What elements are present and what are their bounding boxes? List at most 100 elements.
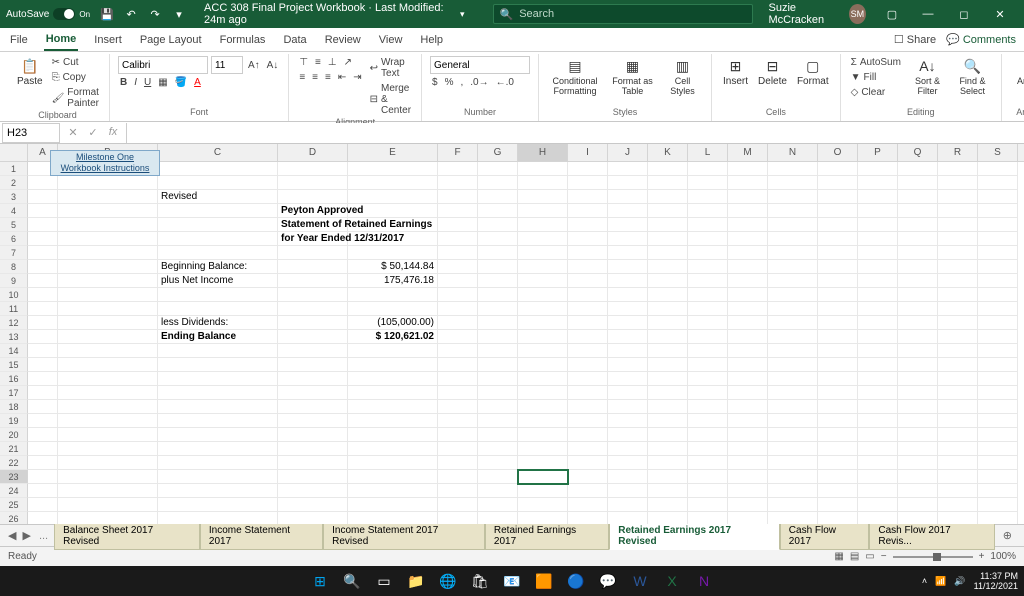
cell[interactable] xyxy=(28,456,58,470)
cell[interactable] xyxy=(518,484,568,498)
cell[interactable] xyxy=(518,498,568,512)
cell[interactable] xyxy=(648,288,688,302)
tab-home[interactable]: Home xyxy=(44,29,79,51)
cell[interactable] xyxy=(858,442,898,456)
tab-insert[interactable]: Insert xyxy=(92,30,124,50)
cell[interactable] xyxy=(278,512,348,524)
cell[interactable] xyxy=(478,512,518,524)
row-header[interactable]: 7 xyxy=(0,246,28,260)
cell[interactable] xyxy=(158,344,278,358)
cell[interactable] xyxy=(568,386,608,400)
cell[interactable] xyxy=(728,218,768,232)
row-header[interactable]: 23 xyxy=(0,470,28,484)
cell[interactable] xyxy=(568,456,608,470)
cell[interactable] xyxy=(818,358,858,372)
cell[interactable] xyxy=(478,288,518,302)
number-format-select[interactable] xyxy=(430,56,530,74)
cell[interactable] xyxy=(608,288,648,302)
sheet-tab[interactable]: Income Statement 2017 xyxy=(200,522,323,550)
cell[interactable] xyxy=(728,344,768,358)
cell[interactable] xyxy=(978,512,1018,524)
cell[interactable] xyxy=(518,162,568,176)
cell[interactable] xyxy=(518,274,568,288)
cell[interactable] xyxy=(728,302,768,316)
tab-formulas[interactable]: Formulas xyxy=(218,30,268,50)
cell[interactable] xyxy=(688,456,728,470)
cell[interactable]: plus Net Income xyxy=(158,274,278,288)
maximize-icon[interactable]: ◻ xyxy=(946,0,982,28)
cell[interactable] xyxy=(158,484,278,498)
cell[interactable] xyxy=(858,218,898,232)
cell[interactable] xyxy=(278,414,348,428)
cell[interactable] xyxy=(518,512,568,524)
cell[interactable] xyxy=(768,274,818,288)
cell[interactable] xyxy=(938,260,978,274)
cell[interactable] xyxy=(278,442,348,456)
cell[interactable] xyxy=(858,344,898,358)
cell[interactable] xyxy=(978,498,1018,512)
cell[interactable] xyxy=(278,386,348,400)
cell[interactable] xyxy=(438,288,478,302)
cell[interactable] xyxy=(568,484,608,498)
cell[interactable] xyxy=(348,456,438,470)
column-header[interactable]: J xyxy=(608,144,648,161)
cell[interactable] xyxy=(348,372,438,386)
cell[interactable] xyxy=(608,414,648,428)
merge-center-button[interactable]: ⊟ Merge & Center xyxy=(368,82,413,117)
cell[interactable] xyxy=(768,204,818,218)
cell[interactable] xyxy=(938,372,978,386)
cell[interactable] xyxy=(518,176,568,190)
insert-cells-button[interactable]: ⊞Insert xyxy=(720,56,751,88)
cell[interactable] xyxy=(348,302,438,316)
cell[interactable] xyxy=(688,484,728,498)
column-header[interactable]: S xyxy=(978,144,1018,161)
cell[interactable] xyxy=(898,456,938,470)
cell[interactable] xyxy=(278,274,348,288)
cell[interactable] xyxy=(58,274,158,288)
cell[interactable] xyxy=(568,260,608,274)
cell[interactable] xyxy=(568,232,608,246)
autosum-button[interactable]: Σ AutoSum xyxy=(849,56,903,69)
cell[interactable] xyxy=(938,470,978,484)
cell[interactable] xyxy=(28,428,58,442)
cell[interactable] xyxy=(768,162,818,176)
cell[interactable] xyxy=(978,372,1018,386)
cell[interactable] xyxy=(648,400,688,414)
font-name-select[interactable] xyxy=(118,56,208,74)
cell[interactable] xyxy=(608,386,648,400)
cell[interactable] xyxy=(568,470,608,484)
cell[interactable] xyxy=(438,442,478,456)
cell[interactable] xyxy=(568,316,608,330)
mail-icon[interactable]: 📧 xyxy=(499,568,525,594)
cell[interactable] xyxy=(898,414,938,428)
row-header[interactable]: 3 xyxy=(0,190,28,204)
cell[interactable] xyxy=(348,204,438,218)
cell[interactable] xyxy=(158,372,278,386)
cell[interactable] xyxy=(438,246,478,260)
cell[interactable]: 175,476.18 xyxy=(348,274,438,288)
cell[interactable] xyxy=(728,456,768,470)
cell[interactable]: (105,000.00) xyxy=(348,316,438,330)
column-header[interactable]: K xyxy=(648,144,688,161)
teams-icon[interactable]: 💬 xyxy=(595,568,621,594)
cell[interactable] xyxy=(568,442,608,456)
cell[interactable] xyxy=(278,330,348,344)
cell[interactable] xyxy=(978,288,1018,302)
cell[interactable] xyxy=(58,498,158,512)
cell[interactable] xyxy=(438,358,478,372)
cell[interactable] xyxy=(278,498,348,512)
cell[interactable] xyxy=(348,358,438,372)
analyze-data-button[interactable]: 📊Analyze Data xyxy=(1010,56,1024,97)
column-header[interactable]: P xyxy=(858,144,898,161)
percent-icon[interactable]: % xyxy=(443,76,456,89)
cell[interactable] xyxy=(938,190,978,204)
cell[interactable] xyxy=(478,302,518,316)
cell[interactable] xyxy=(478,442,518,456)
cell[interactable] xyxy=(818,498,858,512)
cell[interactable] xyxy=(938,330,978,344)
cell[interactable] xyxy=(28,344,58,358)
cell[interactable] xyxy=(648,316,688,330)
cell[interactable] xyxy=(818,484,858,498)
cell[interactable] xyxy=(158,512,278,524)
cell[interactable] xyxy=(728,470,768,484)
